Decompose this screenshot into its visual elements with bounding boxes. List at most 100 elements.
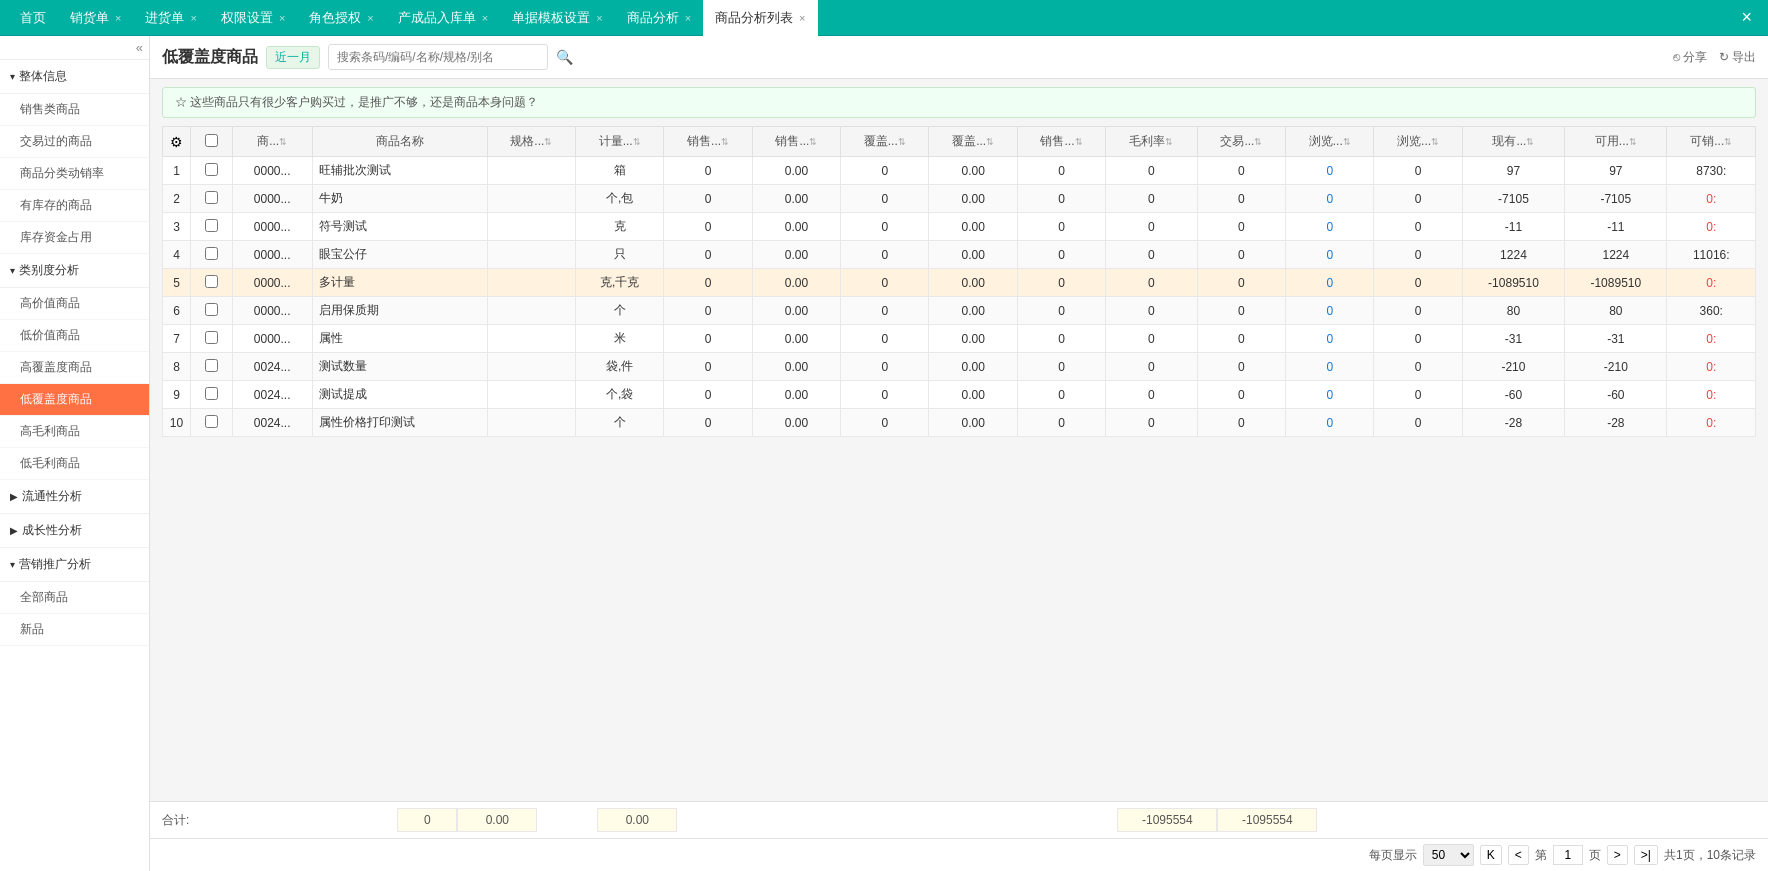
col-checkbox[interactable]: [191, 127, 233, 157]
col-view2[interactable]: 浏览...⇅: [1374, 127, 1462, 157]
table-cell[interactable]: [191, 213, 233, 241]
sidebar-item-low-value[interactable]: 低价值商品: [0, 320, 149, 352]
row-checkbox[interactable]: [205, 219, 218, 232]
row-checkbox[interactable]: [205, 415, 218, 428]
table-cell[interactable]: [191, 185, 233, 213]
sidebar-item-stocked-products[interactable]: 有库存的商品: [0, 190, 149, 222]
col-sellable[interactable]: 可销...⇅: [1667, 127, 1756, 157]
sidebar-section-overall[interactable]: ▾ 整体信息: [0, 60, 149, 94]
page-number-input[interactable]: [1553, 845, 1583, 865]
nav-close-permission[interactable]: ×: [279, 12, 285, 24]
col-cover1[interactable]: 覆盖...⇅: [841, 127, 929, 157]
nav-close-sales-order[interactable]: ×: [115, 12, 121, 24]
col-transaction[interactable]: 交易...⇅: [1197, 127, 1285, 157]
date-filter-button[interactable]: 近一月: [266, 46, 320, 69]
nav-close-purchase-order[interactable]: ×: [190, 12, 196, 24]
col-name[interactable]: 商品名称: [312, 127, 487, 157]
sidebar-section-circulation[interactable]: ▶ 流通性分析: [0, 480, 149, 514]
search-icon[interactable]: 🔍: [556, 49, 573, 65]
col-available-stock[interactable]: 可用...⇅: [1565, 127, 1667, 157]
row-checkbox[interactable]: [205, 163, 218, 176]
nav-role-auth[interactable]: 角色授权 ×: [297, 0, 385, 36]
table-cell[interactable]: 0: [1286, 325, 1374, 353]
col-code[interactable]: 商...⇅: [232, 127, 312, 157]
nav-finished-goods[interactable]: 产成品入库单 ×: [386, 0, 500, 36]
col-view1[interactable]: 浏览...⇅: [1286, 127, 1374, 157]
nav-close-role-auth[interactable]: ×: [367, 12, 373, 24]
table-cell[interactable]: [191, 157, 233, 185]
next-page-button[interactable]: >: [1607, 845, 1628, 865]
sidebar-item-low-margin[interactable]: 低毛利商品: [0, 448, 149, 480]
row-checkbox[interactable]: [205, 359, 218, 372]
row-checkbox[interactable]: [205, 387, 218, 400]
col-settings[interactable]: ⚙: [163, 127, 191, 157]
table-cell[interactable]: [191, 353, 233, 381]
table-cell[interactable]: 0: [1286, 185, 1374, 213]
nav-close-finished-goods[interactable]: ×: [482, 12, 488, 24]
table-cell[interactable]: [191, 381, 233, 409]
sidebar-item-low-coverage[interactable]: 低覆盖度商品: [0, 384, 149, 416]
sidebar-item-new-products[interactable]: 新品: [0, 614, 149, 646]
row-checkbox[interactable]: [205, 275, 218, 288]
row-checkbox[interactable]: [205, 331, 218, 344]
table-cell[interactable]: [191, 409, 233, 437]
nav-purchase-order[interactable]: 进货单 ×: [133, 0, 208, 36]
table-cell[interactable]: [191, 241, 233, 269]
col-gross-margin[interactable]: 毛利率⇅: [1106, 127, 1198, 157]
table-cell[interactable]: [191, 269, 233, 297]
row-checkbox[interactable]: [205, 191, 218, 204]
table-cell[interactable]: 0: [1286, 381, 1374, 409]
sidebar-item-inventory-capital[interactable]: 库存资金占用: [0, 222, 149, 254]
export-button[interactable]: ↻ 导出: [1719, 49, 1756, 66]
table-cell[interactable]: 0: [1286, 409, 1374, 437]
col-sale-count[interactable]: 销售...⇅: [664, 127, 752, 157]
sidebar-item-high-coverage[interactable]: 高覆盖度商品: [0, 352, 149, 384]
page-size-select[interactable]: 50 100 200: [1423, 844, 1474, 866]
column-settings-button[interactable]: ⚙: [170, 134, 183, 150]
row-checkbox[interactable]: [205, 303, 218, 316]
col-spec[interactable]: 规格...⇅: [487, 127, 575, 157]
share-button[interactable]: ⎋ 分享: [1673, 49, 1707, 66]
nav-close-analysis-list[interactable]: ×: [799, 12, 805, 24]
table-cell[interactable]: 0: [1286, 297, 1374, 325]
sidebar-section-category[interactable]: ▾ 类别度分析: [0, 254, 149, 288]
nav-product-analysis[interactable]: 商品分析 ×: [615, 0, 703, 36]
col-unit[interactable]: 计量...⇅: [576, 127, 664, 157]
select-all-checkbox[interactable]: [205, 134, 218, 147]
table-cell[interactable]: 0: [1286, 157, 1374, 185]
search-input[interactable]: [328, 44, 548, 70]
close-all-tabs[interactable]: ×: [1733, 7, 1760, 28]
col-sale-qty[interactable]: 销售...⇅: [1017, 127, 1105, 157]
sidebar-item-traded-products[interactable]: 交易过的商品: [0, 126, 149, 158]
col-cover2[interactable]: 覆盖...⇅: [929, 127, 1017, 157]
sidebar-item-sales-products[interactable]: 销售类商品: [0, 94, 149, 126]
table-cell[interactable]: 0: [1286, 269, 1374, 297]
sidebar-item-high-margin[interactable]: 高毛利商品: [0, 416, 149, 448]
sidebar-item-all-products[interactable]: 全部商品: [0, 582, 149, 614]
col-sale-amount[interactable]: 销售...⇅: [752, 127, 840, 157]
table-cell[interactable]: 0: [1286, 241, 1374, 269]
nav-home[interactable]: 首页: [8, 0, 58, 36]
sidebar-section-growth[interactable]: ▶ 成长性分析: [0, 514, 149, 548]
first-page-button[interactable]: K: [1480, 845, 1502, 865]
prev-page-button[interactable]: <: [1508, 845, 1529, 865]
sidebar-section-marketing[interactable]: ▾ 营销推广分析: [0, 548, 149, 582]
nav-close-template[interactable]: ×: [596, 12, 602, 24]
sidebar-collapse-button[interactable]: «: [136, 40, 143, 55]
nav-sales-order[interactable]: 销货单 ×: [58, 0, 133, 36]
sidebar-item-high-value[interactable]: 高价值商品: [0, 288, 149, 320]
table-cell: -11: [1462, 213, 1564, 241]
table-cell: -1089510: [1462, 269, 1564, 297]
last-page-button[interactable]: >|: [1634, 845, 1658, 865]
nav-template-settings[interactable]: 单据模板设置 ×: [500, 0, 614, 36]
col-current-stock[interactable]: 现有...⇅: [1462, 127, 1564, 157]
nav-product-analysis-list[interactable]: 商品分析列表 ×: [703, 0, 817, 36]
table-cell[interactable]: 0: [1286, 213, 1374, 241]
table-cell[interactable]: [191, 325, 233, 353]
sidebar-item-category-rate[interactable]: 商品分类动销率: [0, 158, 149, 190]
table-cell[interactable]: 0: [1286, 353, 1374, 381]
table-cell[interactable]: [191, 297, 233, 325]
nav-close-product-analysis[interactable]: ×: [685, 12, 691, 24]
nav-permission-settings[interactable]: 权限设置 ×: [209, 0, 297, 36]
row-checkbox[interactable]: [205, 247, 218, 260]
